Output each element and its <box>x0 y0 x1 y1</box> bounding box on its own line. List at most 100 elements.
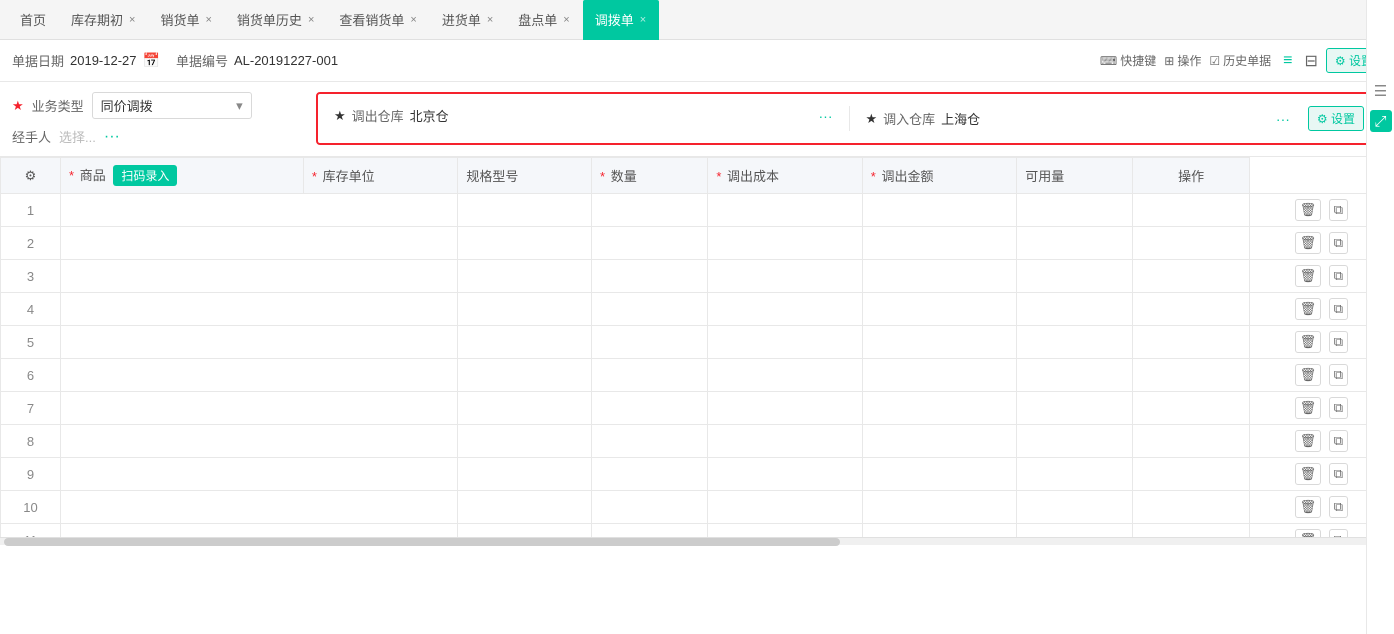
cell-spec[interactable] <box>592 227 708 260</box>
delete-row-button[interactable]: 🗑 <box>1295 430 1322 452</box>
cell-spec[interactable] <box>592 194 708 227</box>
cell-amount[interactable] <box>1017 392 1133 425</box>
cell-spec[interactable] <box>592 458 708 491</box>
cell-amount[interactable] <box>1017 293 1133 326</box>
copy-row-button[interactable]: ⧉ <box>1329 529 1348 537</box>
cell-cost[interactable] <box>862 392 1016 425</box>
operate-action[interactable]: ⊞ 操作 <box>1164 52 1201 69</box>
cell-unit[interactable] <box>458 425 592 458</box>
scan-button[interactable]: 扫码录入 <box>113 165 177 186</box>
delete-row-button[interactable]: 🗑 <box>1295 397 1322 419</box>
tab-close-view-sales[interactable]: × <box>410 14 416 26</box>
tab-sales-history[interactable]: 销货单历史 × <box>225 0 327 40</box>
cell-amount[interactable] <box>1017 194 1133 227</box>
cell-cost[interactable] <box>862 425 1016 458</box>
cell-cost[interactable] <box>862 359 1016 392</box>
tab-close-purchase-order[interactable]: × <box>487 14 493 26</box>
cell-available[interactable] <box>1133 524 1249 538</box>
cell-qty[interactable] <box>708 458 862 491</box>
cell-available[interactable] <box>1133 227 1249 260</box>
handler-more-btn[interactable]: ··· <box>104 128 120 146</box>
cell-qty[interactable] <box>708 491 862 524</box>
cell-available[interactable] <box>1133 359 1249 392</box>
cell-cost[interactable] <box>862 326 1016 359</box>
tab-inventory-init[interactable]: 库存期初 × <box>59 0 148 40</box>
copy-row-button[interactable]: ⧉ <box>1329 496 1348 518</box>
cell-product[interactable] <box>61 524 458 538</box>
warehouse-out-more[interactable]: ··· <box>819 108 833 124</box>
cell-spec[interactable] <box>592 359 708 392</box>
copy-row-button[interactable]: ⧉ <box>1329 265 1348 287</box>
cell-product[interactable] <box>61 194 458 227</box>
cell-spec[interactable] <box>592 392 708 425</box>
copy-row-button[interactable]: ⧉ <box>1329 331 1348 353</box>
cell-unit[interactable] <box>458 194 592 227</box>
cell-available[interactable] <box>1133 425 1249 458</box>
cell-amount[interactable] <box>1017 524 1133 538</box>
cell-spec[interactable] <box>592 524 708 538</box>
cell-spec[interactable] <box>592 293 708 326</box>
cell-unit[interactable] <box>458 392 592 425</box>
layout-grid-icon[interactable]: ⊟ <box>1304 51 1317 71</box>
copy-row-button[interactable]: ⧉ <box>1329 199 1348 221</box>
cell-cost[interactable] <box>862 260 1016 293</box>
cell-spec[interactable] <box>592 260 708 293</box>
cell-product[interactable] <box>61 293 458 326</box>
delete-row-button[interactable]: 🗑 <box>1295 364 1322 386</box>
scroll-bar-area[interactable] <box>0 537 1394 545</box>
cell-unit[interactable] <box>458 458 592 491</box>
calendar-icon[interactable]: 📅 <box>143 52 160 69</box>
cell-spec[interactable] <box>592 425 708 458</box>
delete-row-button[interactable]: 🗑 <box>1295 232 1322 254</box>
copy-row-button[interactable]: ⧉ <box>1329 298 1348 320</box>
cell-available[interactable] <box>1133 194 1249 227</box>
cell-cost[interactable] <box>862 293 1016 326</box>
cell-amount[interactable] <box>1017 491 1133 524</box>
copy-row-button[interactable]: ⧉ <box>1329 430 1348 452</box>
cell-unit[interactable] <box>458 359 592 392</box>
tab-close-inventory-check[interactable]: × <box>563 14 569 26</box>
tab-view-sales[interactable]: 查看销货单 × <box>327 0 429 40</box>
cell-amount[interactable] <box>1017 227 1133 260</box>
tab-close-sales-order[interactable]: × <box>205 14 211 26</box>
cell-qty[interactable] <box>708 293 862 326</box>
cell-cost[interactable] <box>862 491 1016 524</box>
delete-row-button[interactable]: 🗑 <box>1295 529 1322 537</box>
delete-row-button[interactable]: 🗑 <box>1295 199 1322 221</box>
sidebar-expand-icon[interactable]: ⤢ <box>1370 110 1392 132</box>
tab-home[interactable]: 首页 <box>8 0 59 40</box>
cell-amount[interactable] <box>1017 326 1133 359</box>
copy-row-button[interactable]: ⧉ <box>1329 232 1348 254</box>
cell-amount[interactable] <box>1017 359 1133 392</box>
sidebar-list-icon[interactable]: ☰ <box>1370 80 1392 102</box>
delete-row-button[interactable]: 🗑 <box>1295 463 1322 485</box>
delete-row-button[interactable]: 🗑 <box>1295 298 1322 320</box>
tab-close-sales-history[interactable]: × <box>308 14 314 26</box>
tab-close-inventory-init[interactable]: × <box>129 14 135 26</box>
cell-qty[interactable] <box>708 425 862 458</box>
cell-available[interactable] <box>1133 326 1249 359</box>
cell-qty[interactable] <box>708 359 862 392</box>
cell-spec[interactable] <box>592 491 708 524</box>
tab-purchase-order[interactable]: 进货单 × <box>430 0 506 40</box>
copy-row-button[interactable]: ⧉ <box>1329 463 1348 485</box>
th-gear[interactable]: ⚙ <box>1 158 61 194</box>
cell-unit[interactable] <box>458 491 592 524</box>
history-action[interactable]: ☑ 历史单据 <box>1209 52 1271 69</box>
delete-row-button[interactable]: 🗑 <box>1295 496 1322 518</box>
cell-product[interactable] <box>61 326 458 359</box>
delete-row-button[interactable]: 🗑 <box>1295 331 1322 353</box>
cell-spec[interactable] <box>592 326 708 359</box>
warehouse-in-more[interactable]: ··· <box>1276 111 1290 127</box>
tab-close-transfer-order[interactable]: × <box>640 14 646 26</box>
cell-unit[interactable] <box>458 524 592 538</box>
cell-product[interactable] <box>61 392 458 425</box>
cell-qty[interactable] <box>708 326 862 359</box>
cell-available[interactable] <box>1133 293 1249 326</box>
tab-transfer-order[interactable]: 调拨单 × <box>583 0 659 40</box>
delete-row-button[interactable]: 🗑 <box>1295 265 1322 287</box>
cell-amount[interactable] <box>1017 458 1133 491</box>
copy-row-button[interactable]: ⧉ <box>1329 397 1348 419</box>
layout-list-icon[interactable]: ≡ <box>1283 52 1292 70</box>
cell-amount[interactable] <box>1017 425 1133 458</box>
